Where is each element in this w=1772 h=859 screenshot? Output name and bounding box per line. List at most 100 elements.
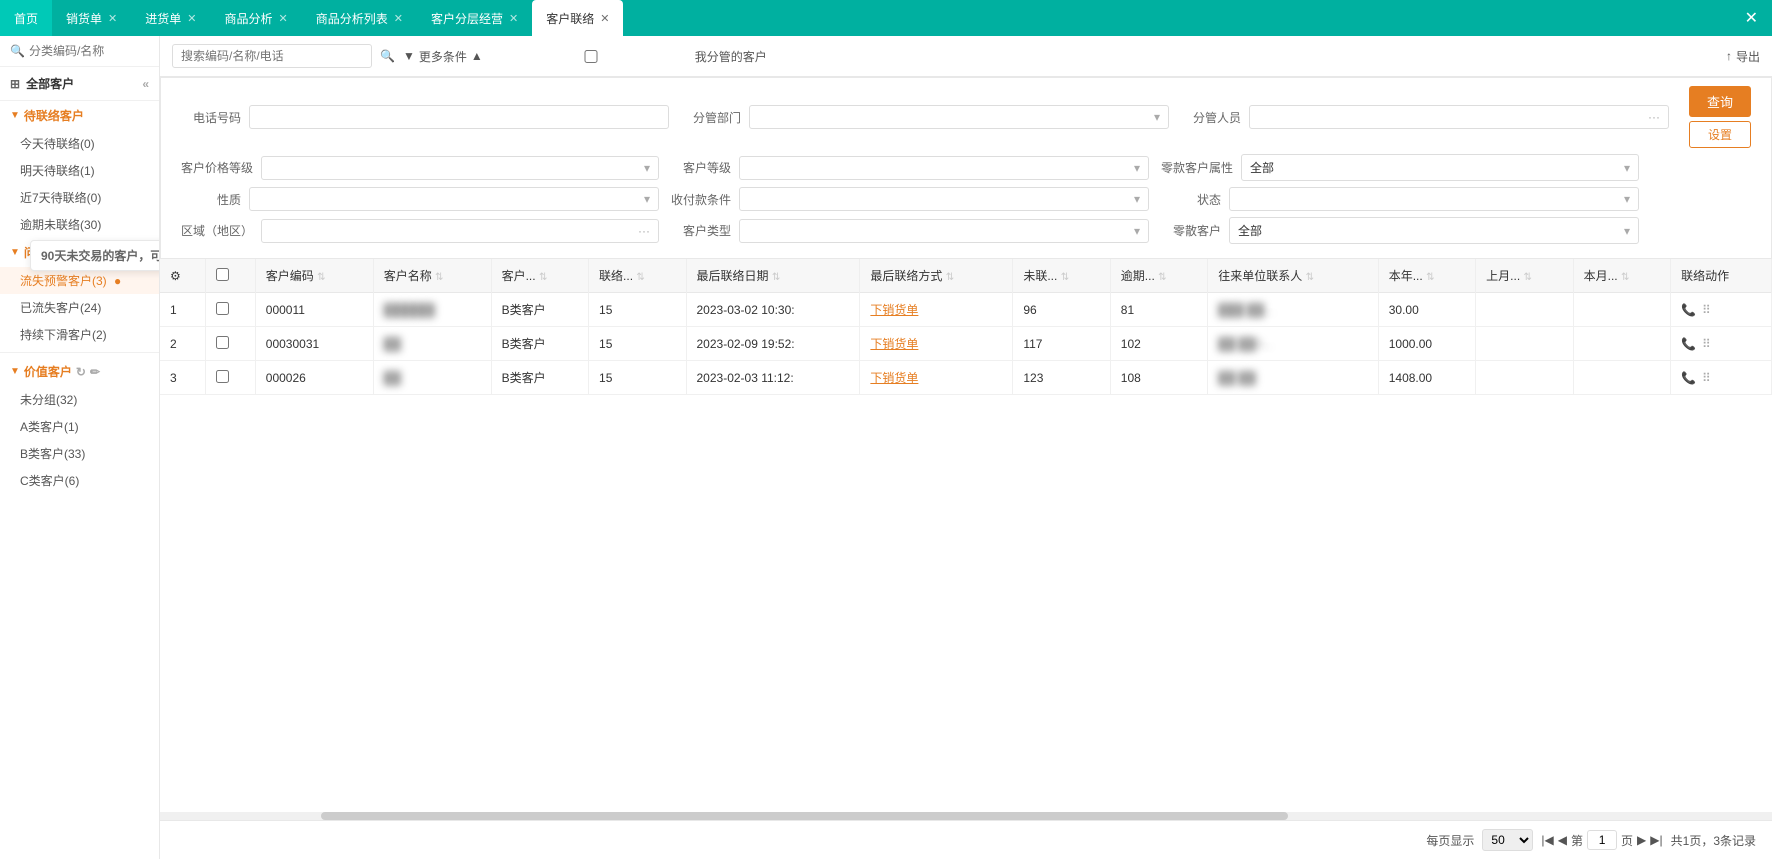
sidebar-item-tomorrow[interactable]: 明天待联络(1) — [0, 157, 159, 184]
phone-input[interactable] — [249, 105, 669, 129]
sort-icon-contact[interactable]: ⇅ — [636, 272, 644, 283]
query-btn[interactable]: 查询 — [1689, 86, 1751, 117]
region-select[interactable]: ··· — [261, 219, 659, 243]
tab-sales[interactable]: 销货单 ✕ — [52, 0, 131, 36]
table-scrollbar-thumb[interactable] — [321, 812, 1288, 820]
cell-checkbox[interactable] — [206, 361, 256, 395]
sort-icon-uncontact[interactable]: ⇅ — [1061, 272, 1069, 283]
page-next-btn[interactable]: ▶ — [1637, 833, 1646, 847]
tab-customer-contact-close[interactable]: ✕ — [600, 12, 609, 25]
price-grade-select[interactable]: ▾ — [261, 156, 659, 180]
sort-icon-this-year[interactable]: ⇅ — [1426, 272, 1434, 283]
page-size-select[interactable]: 50 20 100 — [1482, 829, 1533, 851]
tab-purchase-close[interactable]: ✕ — [187, 12, 196, 25]
sidebar-group-problem[interactable]: ▼ 问题客户 90天未交易的客户，可能有流失风险。 — [0, 238, 159, 267]
cell-checkbox[interactable] — [206, 293, 256, 327]
cell-type: B类客户 — [491, 327, 588, 361]
arrow-down-icon2: ▼ — [10, 247, 20, 258]
tab-purchase[interactable]: 进货单 ✕ — [131, 0, 210, 36]
sort-icon-this-month[interactable]: ⇅ — [1621, 272, 1629, 283]
my-customers-checkbox-area[interactable]: 我分管的客户 — [491, 48, 767, 65]
sidebar-item-overdue[interactable]: 逾期未联络(30) — [0, 211, 159, 238]
table-scrollbar[interactable] — [160, 812, 1772, 820]
tab-analysis[interactable]: 商品分析 ✕ — [210, 0, 301, 36]
tab-home[interactable]: 首页 — [0, 0, 52, 36]
sort-icon-name[interactable]: ⇅ — [435, 272, 443, 283]
page-input[interactable] — [1587, 830, 1617, 850]
dept-label: 分管部门 — [681, 109, 741, 126]
setting-btn[interactable]: 设置 — [1689, 121, 1751, 148]
last-method-link[interactable]: 下销货单 — [870, 337, 918, 351]
tab-customer-layer-close[interactable]: ✕ — [509, 12, 518, 25]
col-name: 客户名称 ⇅ — [373, 259, 491, 293]
sidebar-group-value[interactable]: ▼ 价值客户 ↻ ✏ — [0, 357, 159, 386]
dept-select[interactable]: ▾ — [749, 105, 1169, 129]
cell-last-month — [1476, 293, 1573, 327]
sort-icon-overdue[interactable]: ⇅ — [1158, 272, 1166, 283]
window-close-btn[interactable]: ✕ — [1731, 8, 1772, 28]
action-phone-icon[interactable]: 📞 — [1681, 371, 1696, 385]
tab-customer-contact[interactable]: 客户联络 ✕ — [532, 0, 623, 36]
sidebar-group-pending[interactable]: ▼ 待联络客户 — [0, 101, 159, 130]
action-more-icon[interactable]: ⠿ — [1702, 303, 1711, 317]
refresh-icon[interactable]: ↻ — [76, 365, 86, 379]
col-checkbox[interactable] — [206, 259, 256, 293]
payment-select[interactable]: ▾ — [739, 187, 1149, 211]
page-prev-btn[interactable]: ◀ — [1558, 833, 1567, 847]
sidebar-item-churned[interactable]: 已流失客户(24) — [0, 294, 159, 321]
sort-icon-code[interactable]: ⇅ — [317, 272, 325, 283]
cell-checkbox[interactable] — [206, 327, 256, 361]
action-more-icon[interactable]: ⠿ — [1702, 337, 1711, 351]
status-select[interactable]: ▾ — [1229, 187, 1639, 211]
sidebar-item-b-class[interactable]: B类客户(33) — [0, 440, 159, 467]
page-first-btn[interactable]: |◀ — [1541, 833, 1553, 847]
sidebar-item-7days[interactable]: 近7天待联络(0) — [0, 184, 159, 211]
sidebar-search-input[interactable] — [29, 44, 160, 58]
sidebar-item-ungrouped-label: 未分组(32) — [20, 393, 77, 407]
tab-sales-close[interactable]: ✕ — [108, 12, 117, 25]
tab-analysis-list-close[interactable]: ✕ — [394, 12, 403, 25]
page-last-btn[interactable]: ▶| — [1650, 833, 1662, 847]
more-conditions-btn[interactable]: ▼ 更多条件 ▲ — [403, 48, 483, 65]
search-input[interactable] — [172, 44, 372, 68]
last-method-link[interactable]: 下销货单 — [870, 371, 918, 385]
zero-attr-select[interactable]: 全部 ▾ — [1241, 154, 1639, 181]
sidebar-all-customers[interactable]: ⊞ 全部客户 « — [0, 67, 159, 101]
sort-icon-type[interactable]: ⇅ — [539, 272, 547, 283]
sidebar-item-a-class[interactable]: A类客户(1) — [0, 413, 159, 440]
zero-customer-select[interactable]: 全部 ▾ — [1229, 217, 1639, 244]
select-all-checkbox[interactable] — [216, 268, 229, 281]
customer-type-select[interactable]: ▾ — [739, 219, 1149, 243]
edit-icon[interactable]: ✏ — [90, 365, 100, 379]
action-phone-icon[interactable]: 📞 — [1681, 303, 1696, 317]
row-checkbox[interactable] — [216, 370, 229, 383]
sort-icon-unit-contact[interactable]: ⇅ — [1306, 272, 1314, 283]
sidebar-item-c-class[interactable]: C类客户(6) — [0, 467, 159, 494]
gender-select[interactable]: ▾ — [249, 187, 659, 211]
person-select[interactable]: ··· — [1249, 105, 1669, 129]
tab-customer-layer[interactable]: 客户分层经营 ✕ — [417, 0, 532, 36]
row-checkbox[interactable] — [216, 336, 229, 349]
sort-icon-last-date[interactable]: ⇅ — [772, 272, 780, 283]
grade-select[interactable]: ▾ — [739, 156, 1149, 180]
sidebar-item-ungrouped[interactable]: 未分组(32) — [0, 386, 159, 413]
collapse-icon[interactable]: « — [142, 77, 149, 91]
sidebar-item-churn-warning[interactable]: 流失预警客户(3) ● — [0, 267, 159, 294]
person-dots-icon[interactable]: ··· — [1648, 110, 1660, 124]
region-dots-icon[interactable]: ··· — [638, 224, 650, 238]
sort-icon-last-month[interactable]: ⇅ — [1524, 272, 1532, 283]
sidebar-item-declining[interactable]: 持续下滑客户(2) — [0, 321, 159, 348]
sidebar-item-today[interactable]: 今天待联络(0) — [0, 130, 159, 157]
tab-analysis-close[interactable]: ✕ — [279, 12, 288, 25]
action-phone-icon[interactable]: 📞 — [1681, 337, 1696, 351]
col-settings[interactable]: ⚙ — [160, 259, 206, 293]
sort-icon-last-method[interactable]: ⇅ — [946, 272, 954, 283]
tab-analysis-list[interactable]: 商品分析列表 ✕ — [302, 0, 417, 36]
export-btn[interactable]: ↑ 导出 — [1726, 48, 1760, 65]
action-more-icon[interactable]: ⠿ — [1702, 371, 1711, 385]
row-checkbox[interactable] — [216, 302, 229, 315]
search-btn-icon[interactable]: 🔍 — [380, 49, 395, 63]
grade-caret-icon: ▾ — [1134, 161, 1140, 175]
last-method-link[interactable]: 下销货单 — [870, 303, 918, 317]
my-customers-checkbox[interactable] — [491, 50, 691, 63]
